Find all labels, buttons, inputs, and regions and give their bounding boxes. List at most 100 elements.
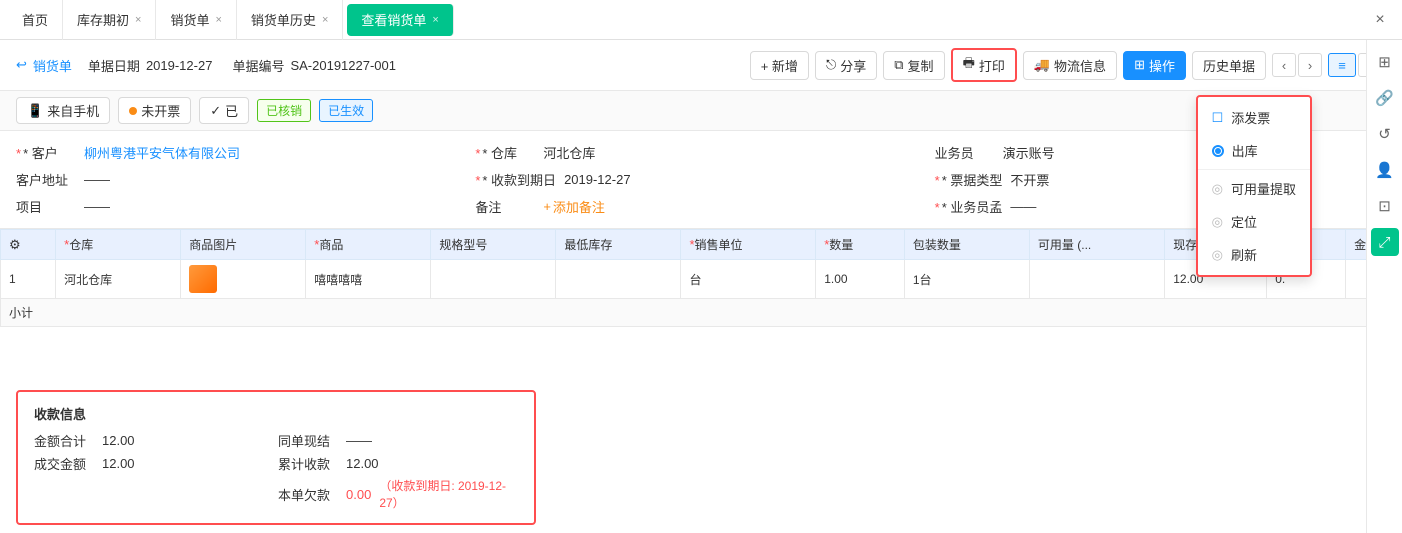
- subtotal-label: 小计: [1, 299, 1402, 327]
- salesperson2-label: * 业务员孟: [935, 197, 1003, 216]
- col-product: *商品: [306, 230, 431, 260]
- menu-divider: [1198, 169, 1310, 170]
- dot-icon: [129, 107, 137, 115]
- cell-product-img: [181, 260, 306, 299]
- tab-view-sales[interactable]: 查看销货单 ×: [347, 4, 453, 36]
- outbound-item[interactable]: 出库: [1198, 134, 1310, 167]
- tab-sales-history-close[interactable]: ×: [322, 14, 328, 26]
- salesperson2-row: * 业务员孟 ——: [935, 197, 1386, 216]
- cumulative-payment-label: 累计收款: [278, 454, 338, 473]
- product-table-wrapper: ⚙ *仓库 商品图片 *商品 规格型号 最低库存 *销售单位 *数量 包装数量 …: [0, 229, 1402, 382]
- sidebar-grid2-icon[interactable]: ⊡: [1371, 192, 1399, 220]
- doc-header: ↩ 销货单 单据日期 2019-12-27 单据编号 SA-20191227-0…: [0, 40, 1402, 91]
- same-order-settle-label: 同单现结: [278, 431, 338, 450]
- sidebar-link-icon[interactable]: 🔗: [1371, 84, 1399, 112]
- customer-value[interactable]: 柳州粤港平安气体有限公司: [84, 143, 240, 162]
- warehouse-label: * 仓库: [475, 143, 535, 162]
- cell-min-stock: [556, 260, 681, 299]
- window-close-button[interactable]: ×: [1366, 6, 1394, 34]
- sidebar-grid-icon[interactable]: ⊞: [1371, 48, 1399, 76]
- transaction-amount-value: 12.00: [102, 456, 135, 471]
- nav-arrows: ‹ ›: [1272, 53, 1322, 77]
- cumulative-payment-value: 12.00: [346, 456, 379, 471]
- tab-home[interactable]: 首页: [8, 0, 63, 40]
- ticket-type-value: 不开票: [1010, 170, 1049, 189]
- project-label: 项目: [16, 197, 76, 216]
- tab-view-sales-close[interactable]: ×: [432, 14, 438, 26]
- col-available: 可用量 (...: [1029, 230, 1164, 260]
- product-table: ⚙ *仓库 商品图片 *商品 规格型号 最低库存 *销售单位 *数量 包装数量 …: [0, 229, 1402, 327]
- operations-icon: ⊞: [1134, 57, 1145, 73]
- cell-index: 1: [1, 260, 56, 299]
- doc-title: ↩ 销货单: [16, 56, 72, 75]
- add-remark-label: 添加备注: [553, 197, 605, 216]
- share-icon: ⎋: [826, 57, 836, 73]
- operations-label: 操作: [1149, 56, 1175, 75]
- main-content: ↩ 销货单 单据日期 2019-12-27 单据编号 SA-20191227-0…: [0, 40, 1402, 533]
- cell-model: [431, 260, 556, 299]
- new-button[interactable]: + 新增: [750, 51, 809, 80]
- next-button[interactable]: ›: [1298, 53, 1322, 77]
- tab-sales-order-close[interactable]: ×: [215, 14, 221, 26]
- balance-row: 本单欠款 0.00 （收款到期日: 2019-12-27）: [278, 477, 518, 511]
- history-button[interactable]: 历史单据: [1192, 51, 1266, 80]
- prev-button[interactable]: ‹: [1272, 53, 1296, 77]
- project-row: 项目 ——: [16, 197, 467, 216]
- from-mobile-button[interactable]: 📱 来自手机: [16, 97, 110, 124]
- copy-label: 复制: [908, 56, 934, 75]
- customer-addr-label: 客户地址: [16, 170, 76, 189]
- not-open-ticket-button[interactable]: 未开票: [118, 97, 191, 124]
- copy-button[interactable]: ⧉ 复制: [883, 51, 944, 80]
- sidebar-expand-icon[interactable]: ⤢: [1371, 228, 1399, 256]
- tab-sales-history[interactable]: 销货单历史 ×: [237, 0, 343, 40]
- subtotal-row: 小计: [1, 299, 1402, 327]
- sidebar-user-icon[interactable]: 👤: [1371, 156, 1399, 184]
- col-settings[interactable]: ⚙: [1, 230, 56, 260]
- locate-item[interactable]: ◎ 定位: [1198, 205, 1310, 238]
- cancelled-tag: 已核销: [257, 99, 311, 122]
- tab-stock-init[interactable]: 库存期初 ×: [63, 0, 156, 40]
- print-button[interactable]: 🖶 打印: [951, 48, 1017, 82]
- tab-sales-order[interactable]: 销货单 ×: [156, 0, 236, 40]
- total-amount-value: 12.00: [102, 433, 135, 448]
- operations-button[interactable]: ⊞ 操作: [1123, 51, 1186, 80]
- refresh-item[interactable]: ◎ 刷新: [1198, 238, 1310, 271]
- confirm-label: 已: [225, 101, 238, 120]
- confirm-button[interactable]: ✓ 已: [199, 97, 249, 124]
- col-warehouse: *仓库: [56, 230, 181, 260]
- operations-dropdown: ☐ 添发票 出库 ◎ 可用量提取 ◎ 定位 ◎ 刷新: [1196, 95, 1312, 277]
- outbound-label: 出库: [1232, 141, 1258, 160]
- transaction-amount-label: 成交金额: [34, 454, 94, 473]
- balance-label: 本单欠款: [278, 485, 338, 504]
- add-remark-button[interactable]: + 添加备注: [543, 197, 605, 216]
- settings-icon: ⚙: [9, 237, 21, 252]
- share-button[interactable]: ⎋ 分享: [815, 51, 877, 80]
- add-invoice-item[interactable]: ☐ 添发票: [1198, 101, 1310, 134]
- not-open-label: 未开票: [141, 101, 180, 120]
- cell-sales-unit: 台: [681, 260, 816, 299]
- available-qty-item[interactable]: ◎ 可用量提取: [1198, 172, 1310, 205]
- effective-tag: 已生效: [319, 99, 373, 122]
- available-qty-label: 可用量提取: [1231, 179, 1296, 198]
- same-order-settle-row: 同单现结 ——: [278, 431, 518, 450]
- tab-bar: 首页 库存期初 × 销货单 × 销货单历史 × 查看销货单 × ×: [0, 0, 1402, 40]
- print-icon: 🖶: [963, 54, 975, 76]
- col-pack-qty: 包装数量: [904, 230, 1029, 260]
- payment-info-section: 收款信息 金额合计 12.00 成交金额 12.00 同单现结 ——: [16, 390, 536, 525]
- doc-type-icon: ↩: [16, 57, 27, 73]
- tab-stock-init-close[interactable]: ×: [135, 14, 141, 26]
- remark-label: 备注: [475, 197, 535, 216]
- salesperson2-value: ——: [1010, 199, 1036, 214]
- payment-date-label: * 收款到期日: [475, 170, 556, 189]
- payment-info-grid: 金额合计 12.00 成交金额 12.00 同单现结 —— 累计收款: [34, 431, 518, 511]
- cumulative-payment-row: 累计收款 12.00: [278, 454, 518, 473]
- transaction-amount-row: 成交金额 12.00: [34, 454, 274, 473]
- doc-meta: 单据日期 2019-12-27 单据编号 SA-20191227-001: [88, 56, 396, 75]
- sidebar-refresh-icon[interactable]: ↺: [1371, 120, 1399, 148]
- logistics-button[interactable]: 🚚 物流信息: [1023, 51, 1117, 80]
- doc-number-value: SA-20191227-001: [290, 58, 396, 73]
- circle-icon2: ◎: [1212, 214, 1223, 230]
- locate-label: 定位: [1231, 212, 1257, 231]
- list-view-button[interactable]: ≡: [1328, 53, 1356, 77]
- second-toolbar: 📱 来自手机 未开票 ✓ 已 已核销 已生效: [0, 91, 1402, 131]
